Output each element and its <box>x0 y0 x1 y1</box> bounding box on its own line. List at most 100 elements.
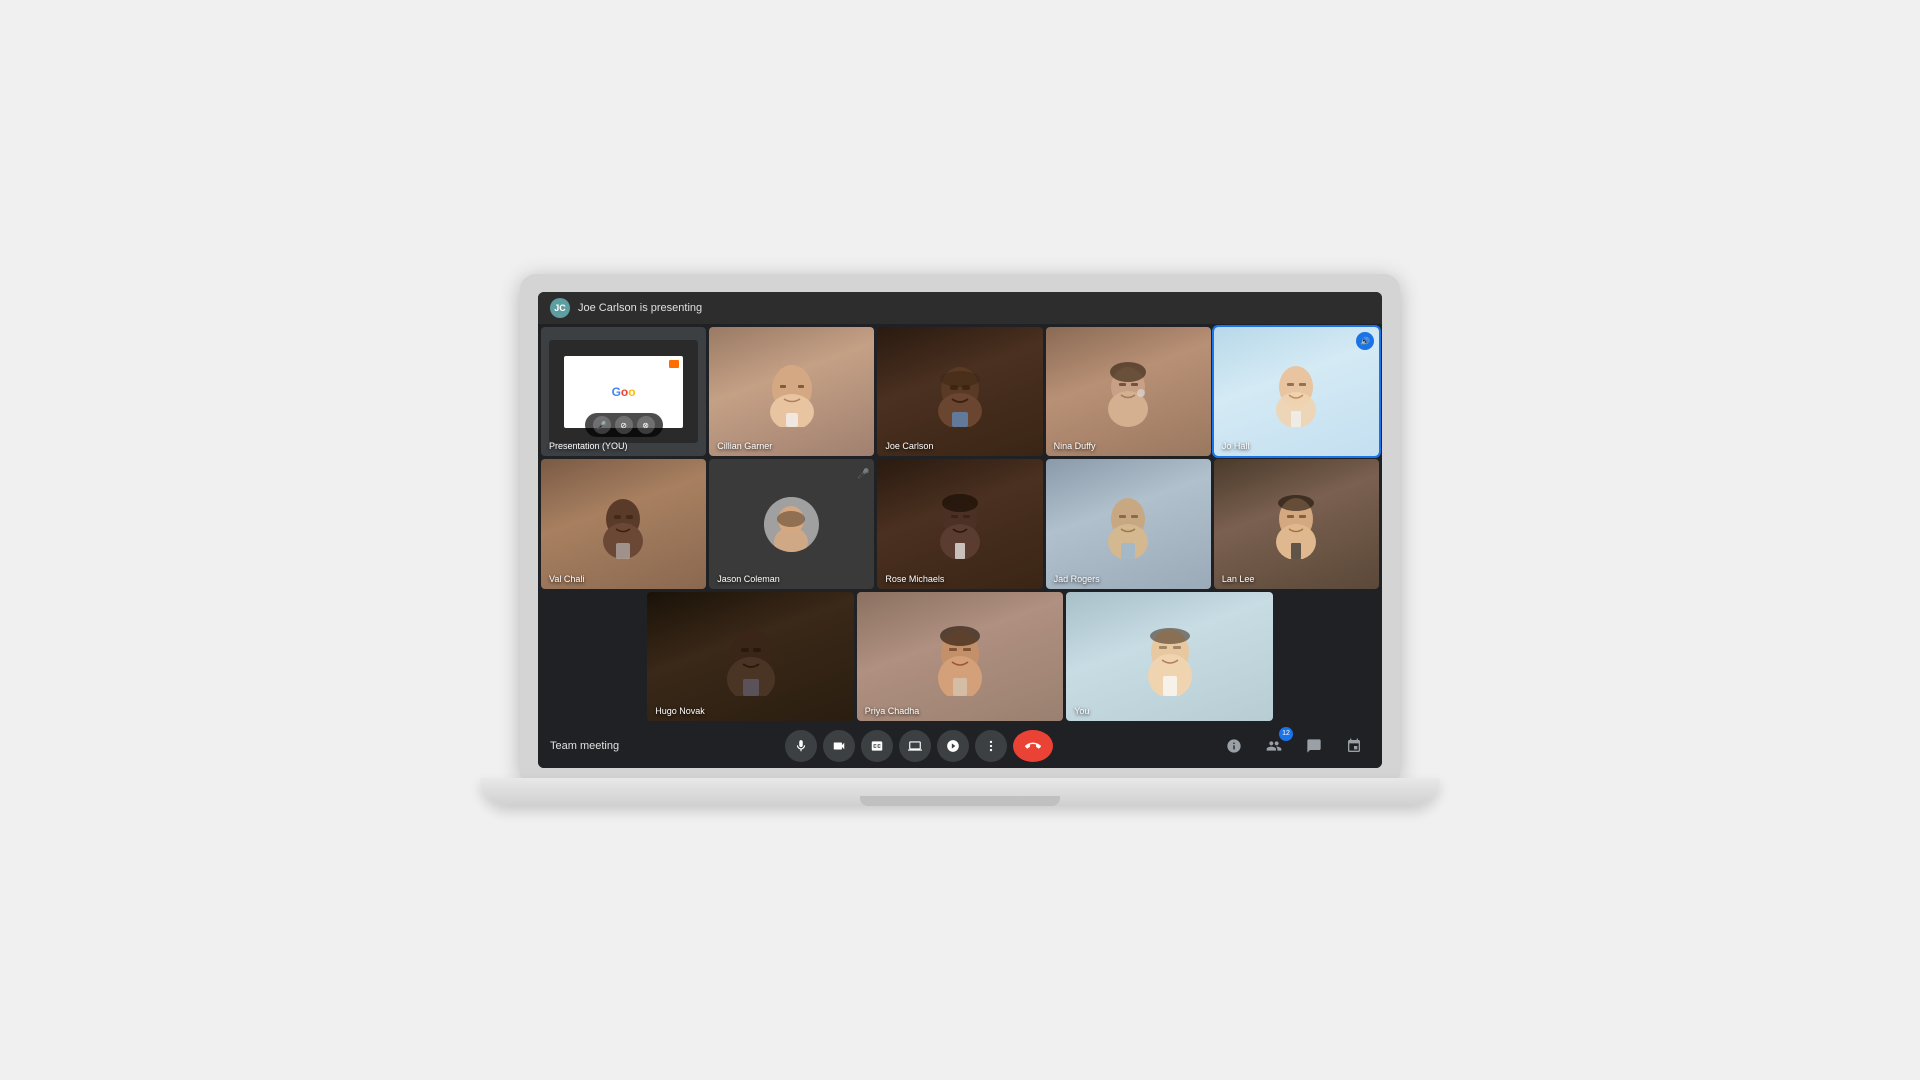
google-o1: o <box>621 385 628 399</box>
mic-off-icon: 🎤 <box>857 469 869 480</box>
video-row-1: G o o 🎤 ⊘ ⊗ <box>541 327 1379 456</box>
google-g: G <box>612 385 621 399</box>
you-face-svg <box>1140 616 1200 696</box>
screen-bezel: JC Joe Carlson is presenting G o <box>520 274 1400 778</box>
effects-icon <box>946 739 960 753</box>
priya-face-svg <box>930 616 990 696</box>
rose-face-svg <box>933 489 988 559</box>
tile-you-label: You <box>1074 706 1089 716</box>
row3-spacer-left <box>541 592 644 721</box>
google-o2: o <box>628 385 635 399</box>
mic-icon <box>794 739 808 753</box>
toolbar: Team meeting <box>538 724 1382 768</box>
priya-face-bg <box>857 592 1064 721</box>
more-icon <box>984 739 998 753</box>
rose-face-bg <box>877 459 1042 588</box>
tile-priya: Priya Chadha <box>857 592 1064 721</box>
tile-lan: Lan Lee <box>1214 459 1379 588</box>
tile-nina: Nina Duffy <box>1046 327 1211 456</box>
slide-badge <box>669 360 679 368</box>
captions-button[interactable] <box>861 730 893 762</box>
tile-cillian: Cillian Garner <box>709 327 874 456</box>
tile-cillian-label: Cillian Garner <box>717 441 772 451</box>
tile-hugo: Hugo Novak <box>647 592 854 721</box>
presentation-controls: 🎤 ⊘ ⊗ <box>585 413 663 437</box>
you-face-bg <box>1066 592 1273 721</box>
info-button[interactable] <box>1218 730 1250 762</box>
toolbar-center <box>785 730 1053 762</box>
camera-button[interactable] <box>823 730 855 762</box>
tile-jad-label: Jad Rogers <box>1054 574 1100 584</box>
tile-jo: 🔊 Jo Hall <box>1214 327 1379 456</box>
tile-rose-label: Rose Michaels <box>885 574 944 584</box>
presenter-bar: JC Joe Carlson is presenting <box>538 292 1382 324</box>
tile-joe: Joe Carlson <box>877 327 1042 456</box>
tile-you: You <box>1066 592 1273 721</box>
nina-face-bg <box>1046 327 1211 456</box>
pres-mic-btn[interactable]: 🎤 <box>593 416 611 434</box>
tile-jad: Jad Rogers <box>1046 459 1211 588</box>
present-icon <box>908 739 922 753</box>
tile-rose: Rose Michaels <box>877 459 1042 588</box>
cillian-face-bg <box>709 327 874 456</box>
tile-nina-label: Nina Duffy <box>1054 441 1096 451</box>
jo-face-svg <box>1269 357 1324 427</box>
tile-joe-label: Joe Carlson <box>885 441 933 451</box>
chat-icon <box>1306 738 1322 754</box>
tile-jason-label: Jason Coleman <box>717 574 780 584</box>
tile-presentation: G o o 🎤 ⊘ ⊗ <box>541 327 706 456</box>
jad-face-bg <box>1046 459 1211 588</box>
presenter-name-text: Joe Carlson is presenting <box>578 302 702 314</box>
cillian-face-svg <box>762 357 822 427</box>
jason-avatar-container <box>764 497 819 552</box>
chat-button[interactable] <box>1298 730 1330 762</box>
row3-spacer-right <box>1276 592 1379 721</box>
tile-hugo-label: Hugo Novak <box>655 706 705 716</box>
video-row-2: Val Chali <box>541 459 1379 588</box>
hugo-face-svg <box>721 616 781 696</box>
lan-face-bg <box>1214 459 1379 588</box>
meet-ui: JC Joe Carlson is presenting G o <box>538 292 1382 768</box>
people-button[interactable]: 12 <box>1258 730 1290 762</box>
nina-face-svg <box>1101 357 1156 427</box>
tile-jo-label: Jo Hall <box>1222 441 1250 451</box>
speaking-icon: 🔊 <box>1360 337 1370 346</box>
val-face-bg <box>541 459 706 588</box>
jad-face-svg <box>1101 489 1156 559</box>
presenter-avatar: JC <box>550 298 570 318</box>
laptop-base <box>480 778 1440 806</box>
activities-icon <box>1346 738 1362 754</box>
hugo-face-bg <box>647 592 854 721</box>
presentation-content: G o o 🎤 ⊘ ⊗ <box>549 340 698 443</box>
captions-icon <box>870 739 884 753</box>
jo-face-bg <box>1214 327 1379 456</box>
laptop-container: JC Joe Carlson is presenting G o <box>510 274 1410 806</box>
end-call-icon <box>1025 738 1041 754</box>
end-call-button[interactable] <box>1013 730 1053 762</box>
tile-val-label: Val Chali <box>549 574 584 584</box>
pres-exit-btn[interactable]: ⊗ <box>637 416 655 434</box>
people-icon <box>1266 738 1282 754</box>
tile-jason: 🎤 Jason Coleman <box>709 459 874 588</box>
speaking-indicator: 🔊 <box>1356 332 1374 350</box>
val-face-svg <box>596 489 651 559</box>
activities-button[interactable] <box>1338 730 1370 762</box>
info-icon <box>1226 738 1242 754</box>
jason-mic-off: 🎤 <box>857 464 869 482</box>
present-button[interactable] <box>899 730 931 762</box>
video-row-3: Hugo Novak <box>541 592 1379 721</box>
tile-presentation-label: Presentation (YOU) <box>549 441 628 451</box>
more-button[interactable] <box>975 730 1007 762</box>
jason-avatar <box>764 497 819 552</box>
video-area: G o o 🎤 ⊘ ⊗ <box>538 324 1382 724</box>
meeting-name: Team meeting <box>550 740 619 752</box>
toolbar-right: 12 <box>1218 730 1370 762</box>
pres-stop-btn[interactable]: ⊘ <box>615 416 633 434</box>
people-count-badge: 12 <box>1279 727 1293 741</box>
tile-val: Val Chali <box>541 459 706 588</box>
effects-button[interactable] <box>937 730 969 762</box>
laptop-screen: JC Joe Carlson is presenting G o <box>538 292 1382 768</box>
presenter-initials: JC <box>554 303 566 313</box>
lan-face-svg <box>1269 489 1324 559</box>
mic-button[interactable] <box>785 730 817 762</box>
